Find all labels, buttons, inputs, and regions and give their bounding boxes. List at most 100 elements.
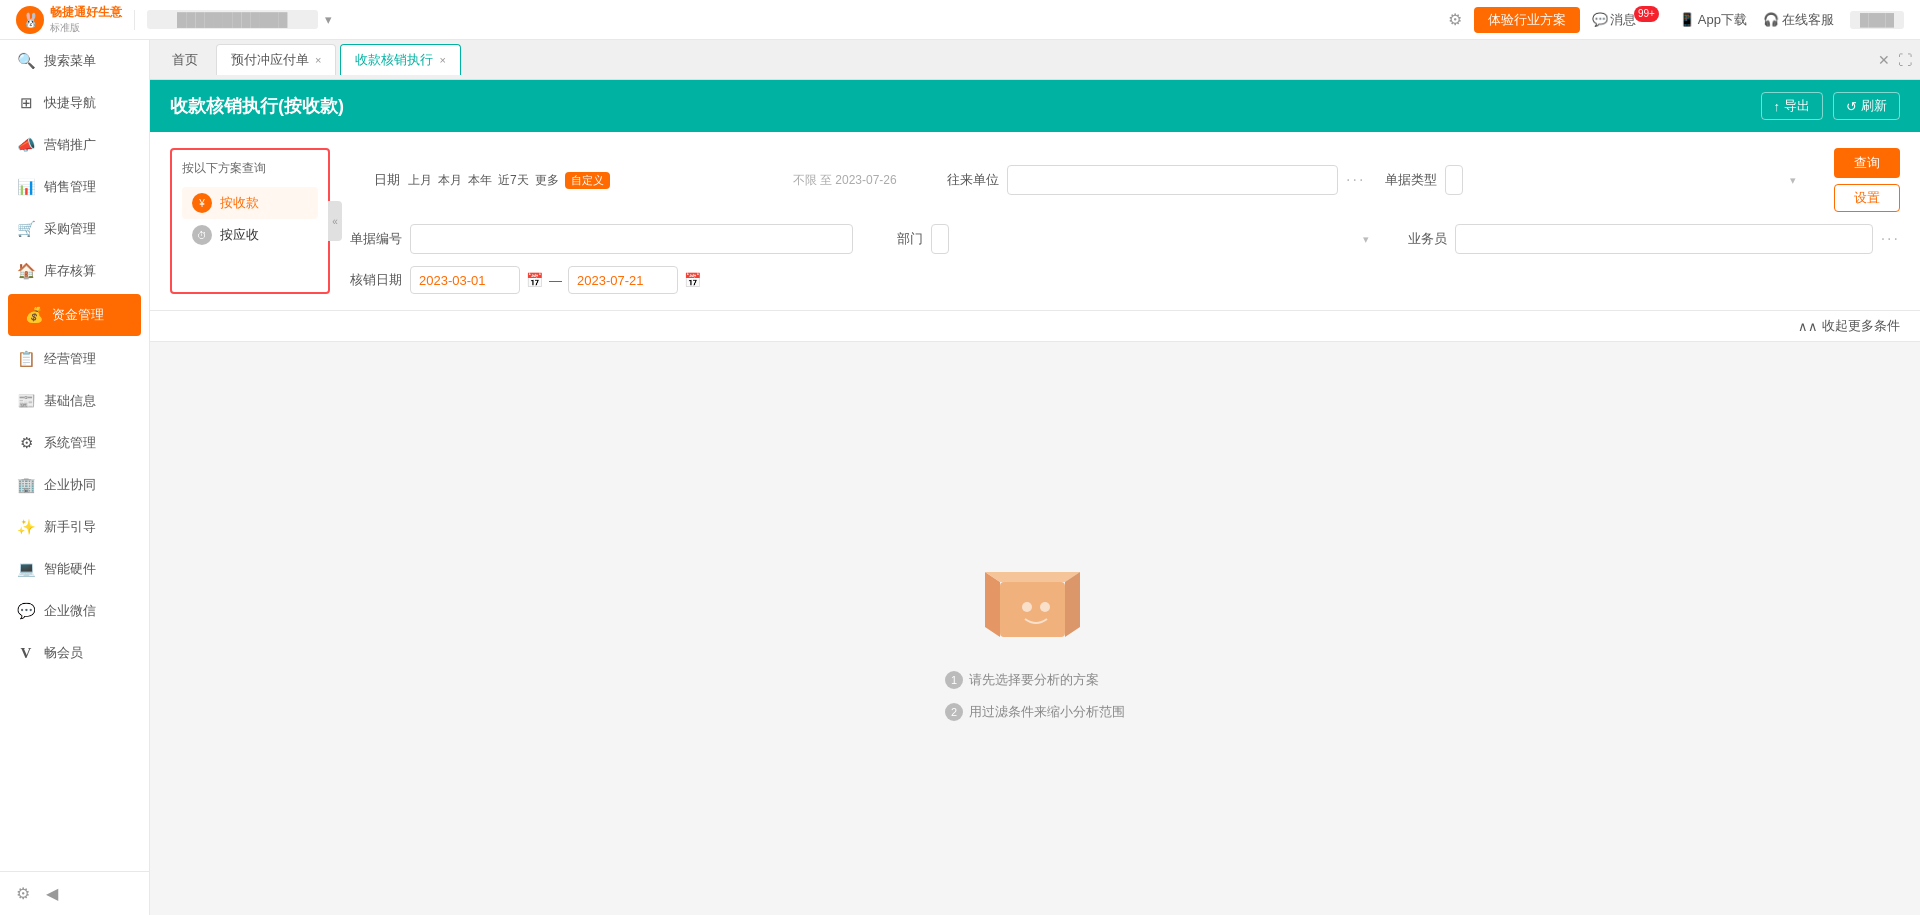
sidebar-item-sales[interactable]: 📊 销售管理	[0, 166, 149, 208]
member-icon: V	[16, 645, 36, 662]
sidebar-item-label-member: 畅会员	[44, 644, 83, 662]
staff-dots-btn[interactable]: ···	[1881, 230, 1900, 248]
filter-row-1: 日期 上月 本月 本年 近7天 更多 自定义 不限 至 2023-07-26 往…	[350, 148, 1900, 212]
collapse-filter-btn[interactable]: «	[328, 201, 342, 241]
step-1-num: 1	[945, 671, 963, 689]
settings-bottom-icon[interactable]: ⚙	[16, 884, 30, 903]
sidebar-item-label-operations: 经营管理	[44, 350, 96, 368]
collapse-more-btn[interactable]: ∧∧ 收起更多条件	[150, 311, 1920, 342]
enterprise-icon: 🏢	[16, 476, 36, 494]
filter-scheme-title: 按以下方案查询	[182, 160, 318, 177]
tab-verify-close[interactable]: ×	[439, 54, 445, 66]
sidebar-item-finance[interactable]: 💰 资金管理	[8, 294, 141, 336]
doc-type-label: 单据类型	[1385, 171, 1437, 189]
svg-point-5	[1040, 602, 1050, 612]
user-name[interactable]: ████	[1850, 11, 1904, 29]
dept-select[interactable]	[931, 224, 949, 254]
counterpart-label: 往来单位	[947, 171, 999, 189]
message-icon: 💬	[1592, 12, 1608, 27]
workspace-name: ████████████ ▾	[147, 12, 1436, 27]
sidebar-item-quick-nav[interactable]: ⊞ 快捷导航	[0, 82, 149, 124]
dept-field: 部门	[873, 224, 1376, 254]
sidebar-item-label-enterprise: 企业协同	[44, 476, 96, 494]
sidebar-item-label-search: 搜索菜单	[44, 52, 96, 70]
sidebar-item-wechat[interactable]: 💬 企业微信	[0, 590, 149, 632]
empty-illustration	[975, 527, 1095, 647]
collapse-sidebar-icon[interactable]: ◀	[46, 884, 58, 903]
wechat-icon: 💬	[16, 602, 36, 620]
app-download-icon: 📱	[1679, 12, 1695, 27]
filter-option-by-receivable[interactable]: ⏱ 按应收	[182, 219, 318, 251]
filter-area: 按以下方案查询 ¥ 按收款 ⏱ 按应收 « 日期	[150, 132, 1920, 311]
refresh-btn[interactable]: ↺ 刷新	[1833, 92, 1900, 120]
date-shortcut-this-year[interactable]: 本年	[468, 172, 492, 189]
verify-date-range: 📅 — 📅	[410, 266, 701, 294]
staff-label: 业务员	[1397, 230, 1447, 248]
top-bar-right: 💬 消息 99+ 📱 App下载 🎧 在线客服 ████	[1592, 11, 1904, 29]
page-header-actions: ↑ 导出 ↺ 刷新	[1761, 92, 1901, 120]
verify-end-cal-icon[interactable]: 📅	[684, 272, 701, 288]
date-label: 日期	[350, 171, 400, 189]
date-shortcut-7days[interactable]: 近7天	[498, 172, 529, 189]
sidebar-item-marketing[interactable]: 📣 营销推广	[0, 124, 149, 166]
verify-end-input[interactable]	[568, 266, 678, 294]
online-service-btn[interactable]: 🎧 在线客服	[1763, 11, 1834, 29]
expand-icon[interactable]: ▾	[325, 12, 332, 27]
app-download-btn[interactable]: 📱 App下载	[1679, 11, 1747, 29]
tab-verify[interactable]: 收款核销执行 ×	[340, 44, 460, 75]
sidebar-item-inventory[interactable]: 🏠 库存核算	[0, 250, 149, 292]
doc-no-input[interactable]	[410, 224, 853, 254]
refresh-label: 刷新	[1861, 97, 1887, 115]
close-window-icon[interactable]: ✕	[1878, 52, 1890, 68]
sidebar-item-system[interactable]: ⚙ 系统管理	[0, 422, 149, 464]
counterpart-dots-btn[interactable]: ···	[1346, 171, 1365, 189]
filter-option-by-receipt[interactable]: ¥ 按收款	[182, 187, 318, 219]
sidebar-item-enterprise[interactable]: 🏢 企业协同	[0, 464, 149, 506]
filter-fields: 日期 上月 本月 本年 近7天 更多 自定义 不限 至 2023-07-26 往…	[350, 148, 1900, 294]
sidebar-item-purchase[interactable]: 🛒 采购管理	[0, 208, 149, 250]
headset-icon: 🎧	[1763, 12, 1779, 27]
sidebar-item-basic-info[interactable]: 📰 基础信息	[0, 380, 149, 422]
date-shortcut-more[interactable]: 更多	[535, 172, 559, 189]
date-shortcut-this-month[interactable]: 本月	[438, 172, 462, 189]
date-custom-badge[interactable]: 自定义	[565, 172, 610, 189]
sidebar-item-guide[interactable]: ✨ 新手引导	[0, 506, 149, 548]
doc-type-select[interactable]	[1445, 165, 1463, 195]
counterpart-input[interactable]	[1007, 165, 1338, 195]
sidebar-item-label-quick: 快捷导航	[44, 94, 96, 112]
staff-input[interactable]	[1455, 224, 1873, 254]
doc-type-select-wrap	[1445, 165, 1804, 195]
sidebar-bottom: ⚙ ◀	[0, 871, 149, 915]
industry-btn[interactable]: 体验行业方案	[1474, 7, 1580, 33]
export-btn[interactable]: ↑ 导出	[1761, 92, 1824, 120]
query-btn[interactable]: 查询	[1834, 148, 1900, 178]
tab-bar: 首页 预付冲应付单 × 收款核销执行 × ✕ ⛶	[150, 40, 1920, 80]
date-shortcut-last-month[interactable]: 上月	[408, 172, 432, 189]
step-2-num: 2	[945, 703, 963, 721]
empty-hint-1-text: 请先选择要分析的方案	[969, 667, 1099, 693]
filter-option-receivable-label: 按应收	[220, 226, 259, 244]
sidebar-item-hardware[interactable]: 💻 智能硬件	[0, 548, 149, 590]
message-btn[interactable]: 💬 消息 99+	[1592, 11, 1663, 29]
operations-icon: 📋	[16, 350, 36, 368]
export-icon: ↑	[1774, 99, 1781, 114]
empty-box-svg	[975, 527, 1095, 647]
date-field: 日期 上月 本月 本年 近7天 更多 自定义	[350, 171, 769, 189]
filter-row-3: 核销日期 📅 — 📅	[350, 266, 1900, 294]
dept-select-wrap	[931, 224, 1376, 254]
sidebar-item-label-purchase: 采购管理	[44, 220, 96, 238]
tab-prepay-close[interactable]: ×	[315, 54, 321, 66]
setting-btn[interactable]: 设置	[1834, 184, 1900, 212]
svg-marker-3	[1065, 572, 1080, 637]
expand-window-icon[interactable]: ⛶	[1898, 52, 1912, 68]
sidebar-item-search-menu[interactable]: 🔍 搜索菜单	[0, 40, 149, 82]
tab-bar-right: ✕ ⛶	[1878, 52, 1912, 68]
tab-prepay[interactable]: 预付冲应付单 ×	[216, 44, 336, 75]
gear-icon[interactable]: ⚙	[1448, 10, 1462, 29]
tab-home[interactable]: 首页	[158, 45, 212, 75]
sidebar-item-member[interactable]: V 畅会员	[0, 632, 149, 674]
refresh-icon: ↺	[1846, 99, 1857, 114]
verify-start-input[interactable]	[410, 266, 520, 294]
sidebar-item-operations[interactable]: 📋 经营管理	[0, 338, 149, 380]
verify-start-cal-icon[interactable]: 📅	[526, 272, 543, 288]
